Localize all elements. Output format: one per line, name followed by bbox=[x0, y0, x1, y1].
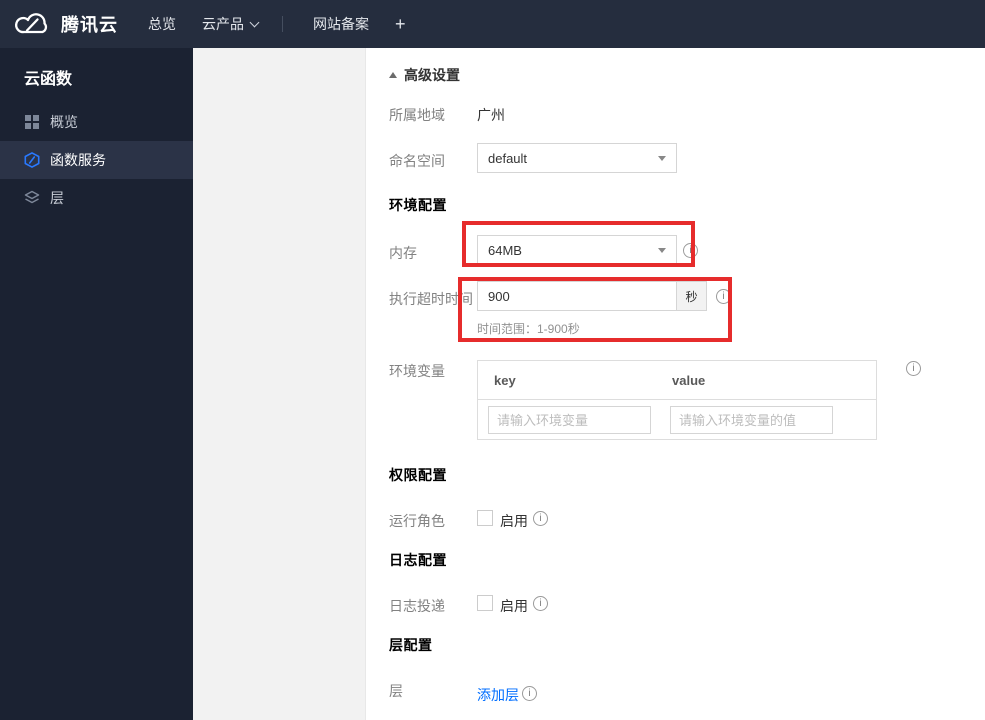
log-delivery-info-icon[interactable]: i bbox=[533, 596, 548, 611]
perm-config-heading: 权限配置 bbox=[389, 467, 447, 483]
advanced-settings-label: 高级设置 bbox=[404, 67, 460, 83]
layer-config-heading: 层配置 bbox=[389, 637, 433, 653]
page: 腾讯云 总览 云产品 网站备案 + 云函数 概览 函数服务 层 高级设置 所属地… bbox=[0, 0, 985, 720]
region-value: 广州 bbox=[477, 107, 505, 123]
envvar-value-header: value bbox=[672, 372, 706, 388]
triangle-up-icon bbox=[389, 72, 397, 78]
memory-label: 内存 bbox=[389, 245, 417, 261]
timeout-label: 执行超时时间 bbox=[389, 291, 473, 307]
envvar-key-input[interactable] bbox=[488, 406, 651, 434]
timeout-input-group: 秒 bbox=[477, 281, 707, 311]
timeout-info-icon[interactable]: i bbox=[716, 289, 731, 304]
caret-down-icon bbox=[658, 247, 666, 253]
sidebar-title: 云函数 bbox=[24, 71, 73, 88]
sidebar-item-layer-label: 层 bbox=[50, 190, 64, 206]
nav-divider bbox=[282, 16, 283, 32]
namespace-label: 命名空间 bbox=[389, 153, 445, 169]
sidebar-item-overview-label: 概览 bbox=[50, 114, 78, 130]
caret-down-icon bbox=[658, 155, 666, 161]
brand-name: 腾讯云 bbox=[61, 15, 118, 35]
layer-label: 层 bbox=[389, 683, 403, 699]
envvar-label: 环境变量 bbox=[389, 363, 445, 379]
brand[interactable]: 腾讯云 bbox=[14, 11, 118, 37]
grid-icon bbox=[24, 114, 40, 130]
topbar: 腾讯云 总览 云产品 网站备案 + bbox=[0, 0, 985, 48]
memory-select-value: 64MB bbox=[488, 242, 522, 258]
timeout-hint: 时间范围：1-900秒 bbox=[477, 322, 580, 336]
sidebar: 云函数 概览 函数服务 层 bbox=[0, 48, 193, 720]
run-role-checkbox[interactable] bbox=[477, 510, 493, 526]
namespace-select[interactable]: default bbox=[477, 143, 677, 173]
run-role-enable-label: 启用 bbox=[500, 513, 528, 529]
envvar-info-icon[interactable]: i bbox=[906, 361, 921, 376]
chevron-down-icon bbox=[249, 17, 260, 27]
tencent-cloud-logo-icon bbox=[15, 13, 48, 34]
sidebar-item-function-service[interactable]: 函数服务 bbox=[0, 141, 193, 179]
memory-select[interactable]: 64MB bbox=[477, 235, 677, 265]
function-hexagon-icon bbox=[24, 152, 40, 168]
sidebar-item-function-service-label: 函数服务 bbox=[50, 152, 106, 168]
log-delivery-checkbox[interactable] bbox=[477, 595, 493, 611]
timeout-input[interactable] bbox=[477, 281, 677, 311]
nav-item-cloud-products[interactable]: 云产品 bbox=[202, 14, 260, 34]
top-nav: 总览 云产品 网站备案 + bbox=[118, 14, 406, 35]
sidebar-item-overview[interactable]: 概览 bbox=[0, 103, 193, 141]
log-config-heading: 日志配置 bbox=[389, 552, 447, 568]
sidebar-menu: 概览 函数服务 层 bbox=[0, 103, 193, 217]
memory-info-icon[interactable]: i bbox=[683, 243, 698, 258]
layers-icon bbox=[24, 190, 40, 206]
log-delivery-enable-label: 启用 bbox=[500, 598, 528, 614]
add-tab-button[interactable]: + bbox=[395, 14, 406, 35]
secondary-panel bbox=[193, 48, 366, 720]
sidebar-item-layer[interactable]: 层 bbox=[0, 179, 193, 217]
envvar-table: key value bbox=[477, 360, 877, 440]
add-layer-link[interactable]: 添加层 bbox=[477, 685, 519, 705]
add-layer-info-icon[interactable]: i bbox=[522, 686, 537, 701]
envvar-table-header: key value bbox=[478, 361, 876, 400]
envvar-table-row bbox=[478, 400, 876, 440]
env-config-heading: 环境配置 bbox=[389, 197, 447, 213]
advanced-settings-toggle[interactable]: 高级设置 bbox=[389, 65, 460, 85]
nav-item-website-record[interactable]: 网站备案 bbox=[313, 14, 369, 34]
timeout-unit-addon: 秒 bbox=[677, 281, 707, 311]
run-role-info-icon[interactable]: i bbox=[533, 511, 548, 526]
nav-item-overview[interactable]: 总览 bbox=[148, 14, 176, 34]
log-delivery-label: 日志投递 bbox=[389, 598, 445, 614]
main-content: 高级设置 所属地域 广州 命名空间 default 环境配置 内存 64MB i… bbox=[366, 48, 985, 720]
run-role-label: 运行角色 bbox=[389, 513, 445, 529]
envvar-key-header: key bbox=[494, 372, 516, 388]
nav-item-cloud-products-label: 云产品 bbox=[202, 16, 244, 32]
namespace-select-value: default bbox=[488, 150, 528, 166]
region-label: 所属地域 bbox=[389, 107, 445, 123]
envvar-value-input[interactable] bbox=[670, 406, 833, 434]
